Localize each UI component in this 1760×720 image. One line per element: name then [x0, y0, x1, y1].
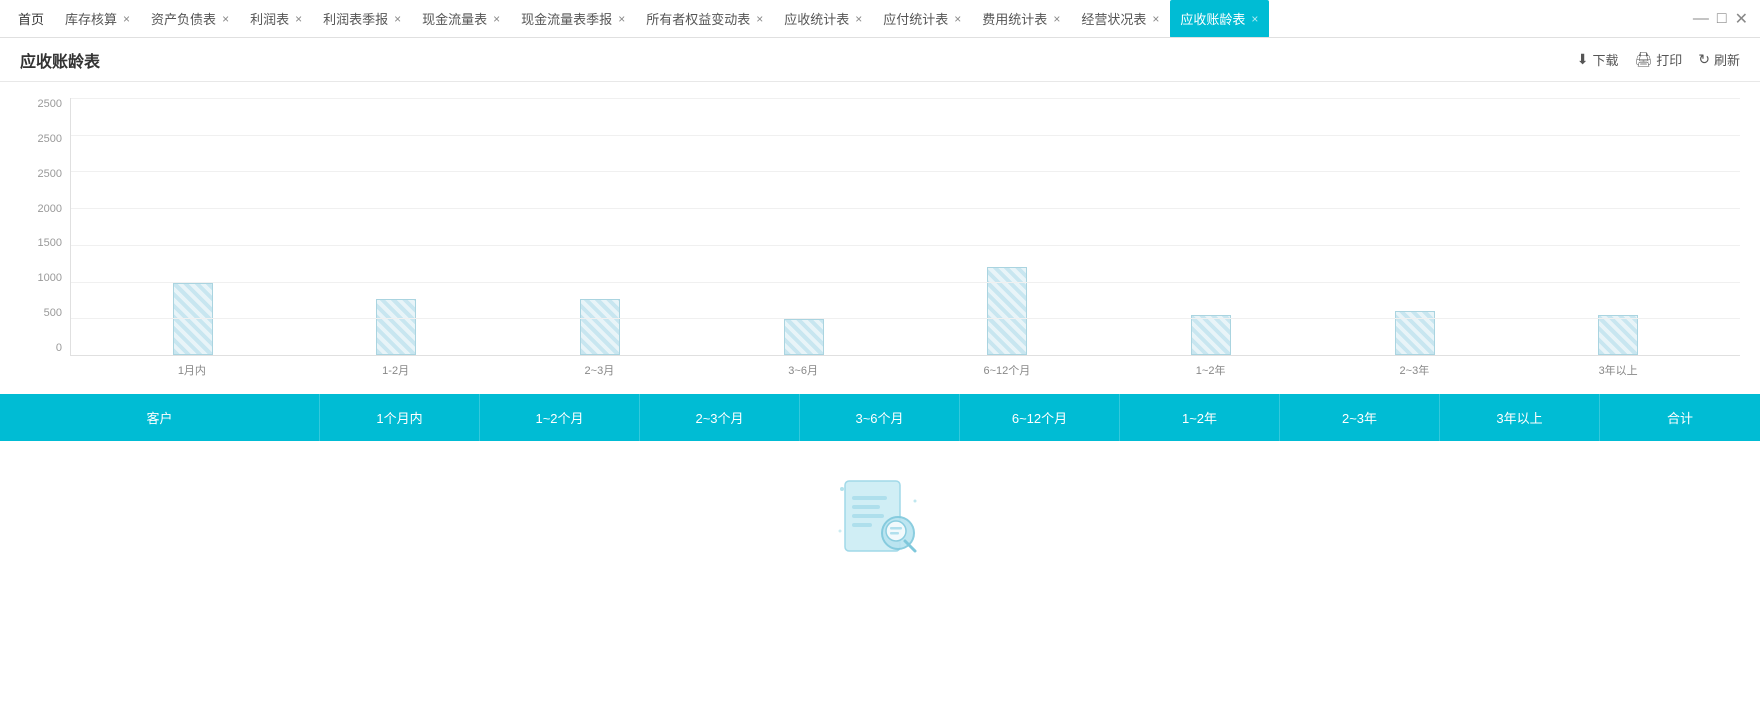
tab-bar: 首页库存核算×资产负债表×利润表×利润表季报×现金流量表×现金流量表季报×所有者…: [0, 0, 1760, 38]
y-axis-label: 2500: [38, 168, 62, 180]
chart-section: 2500 2500 2500 2000 1500 1000 500 0 1月内 1-2月 2~3月…: [0, 82, 1760, 394]
tab-expense-stats[interactable]: 费用统计表×: [972, 0, 1071, 38]
tab-close-cashflow[interactable]: ×: [493, 12, 500, 26]
chart-bar[interactable]: [1598, 315, 1638, 355]
chart-container: 2500 2500 2500 2000 1500 1000 500 0 1月内 1-2月 2~3月…: [20, 98, 1740, 378]
table-header-cell: 合计: [1600, 394, 1760, 441]
bar-group: [580, 299, 620, 355]
tab-profit-quarterly[interactable]: 利润表季报×: [313, 0, 412, 38]
grid-line: [71, 208, 1740, 209]
table-header-cell: 2~3年: [1280, 394, 1440, 441]
y-axis-label: 500: [44, 307, 62, 319]
tab-close-profit-quarterly[interactable]: ×: [394, 12, 401, 26]
y-axis-label: 2500: [38, 98, 62, 110]
print-button[interactable]: 🖨 打印: [1634, 50, 1682, 69]
table-header-cell: 1~2个月: [480, 394, 640, 441]
y-axis-label: 1000: [38, 272, 62, 284]
page-title: 应收账龄表: [20, 48, 100, 72]
table-header-cell: 1个月内: [320, 394, 480, 441]
bars-area: [71, 98, 1740, 355]
empty-state: [800, 441, 960, 591]
minimize-button[interactable]: —: [1693, 10, 1709, 28]
tab-home[interactable]: 首页: [8, 0, 55, 38]
x-axis-label: 2~3年: [1389, 362, 1439, 378]
tab-ar-aging[interactable]: 应收账龄表×: [1170, 0, 1269, 38]
tab-cashflow-quarterly[interactable]: 现金流量表季报×: [511, 0, 636, 38]
x-axis-label: 1月内: [167, 362, 217, 378]
empty-illustration: [830, 471, 930, 551]
tab-ap-stats[interactable]: 应付统计表×: [873, 0, 972, 38]
tab-cashflow[interactable]: 现金流量表×: [412, 0, 511, 38]
tab-balance-sheet[interactable]: 资产负债表×: [141, 0, 240, 38]
tab-close-operations[interactable]: ×: [1152, 12, 1159, 26]
tab-bar-actions: — □ ✕: [1693, 9, 1752, 29]
tab-profit[interactable]: 利润表×: [240, 0, 313, 38]
table-section: 客户1个月内1~2个月2~3个月3~6个月6~12个月1~2年2~3年3年以上合…: [0, 394, 1760, 591]
x-axis-label: 1-2月: [371, 362, 421, 378]
y-axis-label: 2000: [38, 203, 62, 215]
chart-inner: 2500 2500 2500 2000 1500 1000 500 0 1月内 1-2月 2~3月…: [20, 98, 1740, 378]
grid-line: [71, 318, 1740, 319]
tab-close-inventory[interactable]: ×: [123, 12, 130, 26]
table-header-cell: 3年以上: [1440, 394, 1600, 441]
download-button[interactable]: ⬇ 下载: [1577, 50, 1619, 69]
tab-close-expense-stats[interactable]: ×: [1053, 12, 1060, 26]
table-header-cell: 3~6个月: [800, 394, 960, 441]
grid-line: [71, 98, 1740, 99]
tab-close-profit[interactable]: ×: [295, 12, 302, 26]
tab-equity[interactable]: 所有者权益变动表×: [636, 0, 774, 38]
chart-bar[interactable]: [580, 299, 620, 355]
tab-close-cashflow-quarterly[interactable]: ×: [618, 12, 625, 26]
bar-group: [1598, 315, 1638, 355]
close-window-button[interactable]: ✕: [1735, 9, 1748, 29]
chart-bar[interactable]: [987, 267, 1027, 355]
tab-scroll-area: 首页库存核算×资产负债表×利润表×利润表季报×现金流量表×现金流量表季报×所有者…: [8, 0, 1693, 38]
print-icon: 🖨: [1634, 51, 1652, 68]
chart-grid-area: [70, 98, 1740, 356]
bar-group: [376, 299, 416, 355]
refresh-button[interactable]: ↻ 刷新: [1698, 50, 1740, 69]
page-actions: ⬇ 下载 🖨 打印 ↻ 刷新: [1577, 50, 1740, 69]
maximize-button[interactable]: □: [1717, 10, 1727, 28]
table-body: [0, 441, 1760, 591]
x-axis-label: 3年以上: [1593, 362, 1643, 378]
bar-group: [784, 319, 824, 355]
y-axis: 2500 2500 2500 2000 1500 1000 500 0: [20, 98, 70, 354]
x-axis: 1月内 1-2月 2~3月 3~6月 6~12个月 1~2年 2~3年 3年以上: [70, 356, 1740, 378]
x-axis-label: 3~6月: [778, 362, 828, 378]
chart-bar[interactable]: [784, 319, 824, 355]
main-content: 2500 2500 2500 2000 1500 1000 500 0 1月内 1-2月 2~3月…: [0, 82, 1760, 720]
grid-line: [71, 245, 1740, 246]
table-header-cell: 2~3个月: [640, 394, 800, 441]
chart-plot: 1月内 1-2月 2~3月 3~6月 6~12个月 1~2年 2~3年 3年以上: [70, 98, 1740, 378]
grid-line: [71, 282, 1740, 283]
bar-group: [987, 267, 1027, 355]
table-header-cell: 客户: [0, 394, 320, 441]
tab-close-ar-aging[interactable]: ×: [1251, 12, 1258, 26]
chart-bar[interactable]: [376, 299, 416, 355]
table-header: 客户1个月内1~2个月2~3个月3~6个月6~12个月1~2年2~3年3年以上合…: [0, 394, 1760, 441]
x-axis-label: 2~3月: [574, 362, 624, 378]
tab-close-ap-stats[interactable]: ×: [954, 12, 961, 26]
page-header: 应收账龄表 ⬇ 下载 🖨 打印 ↻ 刷新: [0, 38, 1760, 82]
table-header-cell: 1~2年: [1120, 394, 1280, 441]
table-header-cell: 6~12个月: [960, 394, 1120, 441]
refresh-icon: ↻: [1698, 51, 1710, 68]
chart-bar[interactable]: [1191, 315, 1231, 355]
y-axis-label: 1500: [38, 237, 62, 249]
tab-operations[interactable]: 经营状况表×: [1071, 0, 1170, 38]
x-axis-label: 1~2年: [1186, 362, 1236, 378]
tab-ar-stats[interactable]: 应收统计表×: [774, 0, 873, 38]
grid-line: [71, 171, 1740, 172]
tab-close-balance-sheet[interactable]: ×: [222, 12, 229, 26]
y-axis-label: 0: [56, 342, 62, 354]
tab-close-ar-stats[interactable]: ×: [855, 12, 862, 26]
y-axis-label: 2500: [38, 133, 62, 145]
tab-close-equity[interactable]: ×: [756, 12, 763, 26]
bar-group: [1191, 315, 1231, 355]
tab-inventory[interactable]: 库存核算×: [55, 0, 141, 38]
x-axis-label: 6~12个月: [982, 362, 1032, 378]
grid-line: [71, 135, 1740, 136]
download-icon: ⬇: [1577, 51, 1589, 68]
